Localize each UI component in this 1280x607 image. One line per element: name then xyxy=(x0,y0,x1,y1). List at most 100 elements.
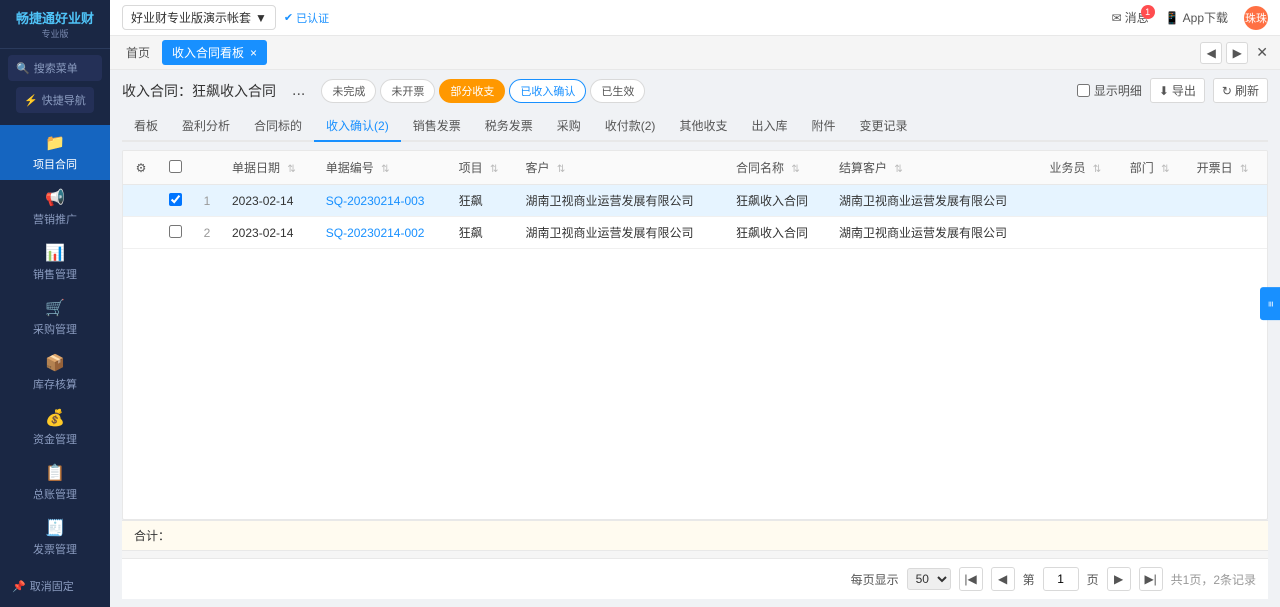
contract-header: 收入合同：狂飙收入合同 ... 未完成 未开票 部分收支 已收入确认 已生效 显… xyxy=(122,78,1268,103)
end-customer-sort-icon[interactable]: ⇅ xyxy=(894,164,902,175)
message-icon: ✉ xyxy=(1112,11,1122,25)
tab-tax-invoice[interactable]: 税务发票 xyxy=(473,111,545,142)
department-cell xyxy=(1120,185,1187,217)
status-partial[interactable]: 部分收支 xyxy=(439,79,505,103)
check-icon: ✔ xyxy=(284,11,293,24)
tab-change-log[interactable]: 变更记录 xyxy=(847,111,919,142)
data-table-container: ⚙ 单据日期 ⇅ 单据编号 ⇅ xyxy=(122,150,1268,520)
sidebar-item-inventory[interactable]: 📦 库存核算 xyxy=(0,345,110,400)
tab-profit[interactable]: 盈利分析 xyxy=(170,111,242,142)
tab-revenue-confirm[interactable]: 收入确认(2) xyxy=(314,111,401,142)
first-page-button[interactable]: |◀ xyxy=(959,567,983,591)
side-panel-button[interactable]: ≡ xyxy=(1260,287,1280,321)
user-avatar[interactable]: 珠珠 xyxy=(1244,6,1268,30)
show-detail-checkbox[interactable]: 显示明细 xyxy=(1077,82,1142,99)
tab-other-income[interactable]: 其他收支 xyxy=(667,111,739,142)
tab-close-icon[interactable]: × xyxy=(250,46,257,60)
export-button[interactable]: ⬇ 导出 xyxy=(1150,78,1205,103)
dept-sort-icon[interactable]: ⇅ xyxy=(1161,164,1169,175)
tab-contract-board[interactable]: 收入合同看板 × xyxy=(162,40,267,65)
status-uninvoiced[interactable]: 未开票 xyxy=(380,79,435,103)
tab-payment[interactable]: 收付款(2) xyxy=(593,111,668,142)
settings-icon[interactable]: ⚙ xyxy=(136,161,147,175)
checkbox-cell xyxy=(159,185,192,217)
customer-column: 客户 ⇅ xyxy=(516,151,726,185)
quick-nav-button[interactable]: ⚡ 快捷导航 xyxy=(16,87,94,113)
detail-checkbox-input[interactable] xyxy=(1077,84,1090,97)
tab-sales-invoice[interactable]: 销售发票 xyxy=(401,111,473,142)
horizontal-scrollbar[interactable] xyxy=(122,550,1268,558)
table-header-row: ⚙ 单据日期 ⇅ 单据编号 ⇅ xyxy=(123,151,1267,185)
page-label: 第 xyxy=(1023,571,1035,588)
open-date-cell xyxy=(1187,217,1267,249)
tab-inout-storage[interactable]: 出入库 xyxy=(739,111,799,142)
doc-link-2[interactable]: SQ-20230214-002 xyxy=(326,226,425,240)
page-input[interactable] xyxy=(1043,567,1079,591)
notification-badge: 1 xyxy=(1141,5,1155,19)
project-cell: 狂飙 xyxy=(449,185,516,217)
sidebar-item-purchase[interactable]: 🛒 采购管理 xyxy=(0,290,110,345)
tab-contract-target[interactable]: 合同标的 xyxy=(242,111,314,142)
tab-board[interactable]: 看板 xyxy=(122,111,170,142)
prev-page-button[interactable]: ◀ xyxy=(991,567,1015,591)
sidebar-item-marketing[interactable]: 📢 营销推广 xyxy=(0,180,110,235)
row-checkbox-2[interactable] xyxy=(169,225,182,238)
select-all-checkbox[interactable] xyxy=(169,160,182,173)
nav-prev-button[interactable]: ◀ xyxy=(1200,42,1222,64)
sidebar-item-sales[interactable]: 📊 销售管理 xyxy=(0,235,110,290)
index-column xyxy=(192,151,222,185)
project-column: 项目 ⇅ xyxy=(449,151,516,185)
status-unfinished[interactable]: 未完成 xyxy=(321,79,376,103)
per-page-select[interactable]: 50 xyxy=(907,568,951,590)
money-icon: 💰 xyxy=(45,408,65,428)
contract-title-row: 收入合同：狂飙收入合同 ... 未完成 未开票 部分收支 已收入确认 已生效 xyxy=(122,79,645,103)
company-selector[interactable]: 好业财专业版演示帐套 ▼ xyxy=(122,5,276,30)
contract-sort-icon[interactable]: ⇅ xyxy=(791,164,799,175)
sidebar-item-project-contract[interactable]: 📁 项目合同 xyxy=(0,125,110,180)
project-sort-icon[interactable]: ⇅ xyxy=(490,164,498,175)
last-page-button[interactable]: ▶| xyxy=(1139,567,1163,591)
sidebar-logo: 畅捷通好业财 专业版 xyxy=(0,0,110,49)
cart-icon: 🛒 xyxy=(45,298,65,318)
pin-icon: 📌 xyxy=(12,580,26,593)
customer-cell: 湖南卫视商业运营发展有限公司 xyxy=(516,217,726,249)
page-info: 共1页，2条记录 xyxy=(1171,571,1256,588)
export-icon: ⬇ xyxy=(1159,84,1169,98)
date-cell: 2023-02-14 xyxy=(222,217,316,249)
open-date-sort-icon[interactable]: ⇅ xyxy=(1240,164,1248,175)
speaker-icon: 📢 xyxy=(45,188,65,208)
number-sort-icon[interactable]: ⇅ xyxy=(381,164,389,175)
close-tab-button[interactable]: ✕ xyxy=(1252,44,1272,61)
ledger-icon: 📋 xyxy=(45,463,65,483)
tab-purchase[interactable]: 采购 xyxy=(545,111,593,142)
date-sort-icon[interactable]: ⇅ xyxy=(287,164,295,175)
unpin-button[interactable]: 📌 取消固定 xyxy=(8,573,102,599)
next-page-button[interactable]: ▶ xyxy=(1107,567,1131,591)
customer-sort-icon[interactable]: ⇅ xyxy=(557,164,565,175)
contract-name-column: 合同名称 ⇅ xyxy=(726,151,829,185)
tab-attachments[interactable]: 附件 xyxy=(799,111,847,142)
tab-home[interactable]: 首页 xyxy=(118,40,158,65)
app-download-button[interactable]: 📱 App下载 xyxy=(1165,9,1228,26)
row-checkbox-1[interactable] xyxy=(169,193,182,206)
nav-next-button[interactable]: ▶ xyxy=(1226,42,1248,64)
header-right-buttons: 显示明细 ⬇ 导出 ↻ 刷新 xyxy=(1077,78,1268,103)
download-icon: 📱 xyxy=(1165,11,1180,25)
table-row[interactable]: 2 2023-02-14 SQ-20230214-002 狂飙 湖南卫视商业运营… xyxy=(123,217,1267,249)
receipt-icon: 🧾 xyxy=(45,518,65,538)
lightning-icon: ⚡ xyxy=(24,94,38,107)
salesman-sort-icon[interactable]: ⇅ xyxy=(1093,164,1101,175)
search-menu-button[interactable]: 🔍 搜索菜单 xyxy=(8,55,102,81)
table-row[interactable]: 1 2023-02-14 SQ-20230214-003 狂飙 湖南卫视商业运营… xyxy=(123,185,1267,217)
sidebar-item-invoice[interactable]: 🧾 发票管理 xyxy=(0,510,110,565)
checkbox-cell xyxy=(159,217,192,249)
status-confirmed[interactable]: 已收入确认 xyxy=(509,79,586,103)
doc-link-1[interactable]: SQ-20230214-003 xyxy=(326,194,425,208)
checkbox-column xyxy=(159,151,192,185)
sidebar-item-funds[interactable]: 💰 资金管理 xyxy=(0,400,110,455)
status-active[interactable]: 已生效 xyxy=(590,79,645,103)
sidebar-item-ledger[interactable]: 📋 总账管理 xyxy=(0,455,110,510)
refresh-button[interactable]: ↻ 刷新 xyxy=(1213,78,1268,103)
message-button[interactable]: ✉ 消息 1 xyxy=(1112,9,1149,26)
more-button[interactable]: ... xyxy=(286,82,311,100)
